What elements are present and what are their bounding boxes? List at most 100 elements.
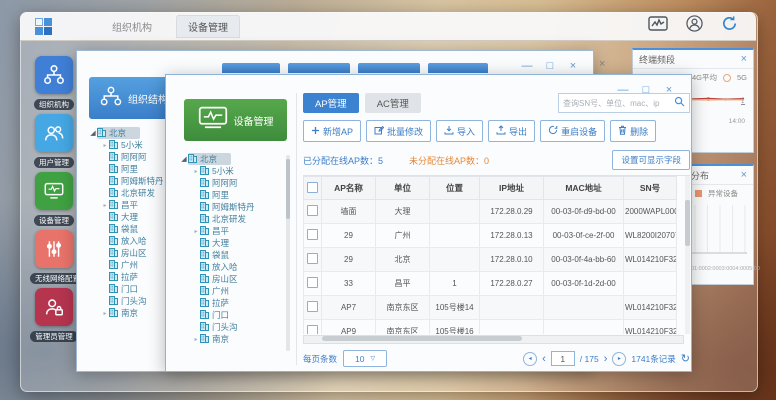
column-header[interactable]: 位置 — [430, 177, 480, 200]
close-icon[interactable]: × — [741, 53, 747, 65]
configure-fields-button[interactable]: 设置可显示字段 — [612, 150, 690, 170]
tree-root[interactable]: ◢北京 — [89, 127, 164, 139]
expander-icon[interactable]: ▸ — [101, 310, 109, 317]
tree-item[interactable]: 门口 — [101, 283, 164, 295]
column-header[interactable]: IP地址 — [480, 177, 544, 200]
table-row[interactable]: AP7南京东区105号楼14WL014210F328000 — [304, 296, 677, 320]
expander-icon[interactable]: ▸ — [192, 336, 200, 343]
tab-ap-management[interactable]: AP管理 — [303, 93, 359, 113]
tree-item[interactable]: 放入哈 — [192, 261, 255, 273]
tree-item[interactable]: 阿里 — [192, 189, 255, 201]
prev-page-button[interactable]: ‹ — [542, 354, 546, 364]
device-monitor-icon[interactable] — [35, 172, 73, 210]
tree-item[interactable]: 阿阿阿 — [101, 151, 164, 163]
tree-item[interactable]: 门头沟 — [101, 295, 164, 307]
sidebar-item-1[interactable]: 组织机构 — [30, 56, 78, 112]
tree-item[interactable]: 广州 — [101, 259, 164, 271]
last-page-button[interactable]: ▸ — [612, 352, 626, 366]
table-row[interactable]: 墙面大理172.28.0.2900-03-0f-d9-bd-002000WAPL… — [304, 200, 677, 224]
sidebar-item-4[interactable]: 无线网络配置 — [30, 230, 78, 286]
tree-item[interactable]: 放入哈 — [101, 235, 164, 247]
tree-item[interactable]: 房山区 — [192, 273, 255, 285]
tree-item[interactable]: 阿姆斯特丹 — [192, 201, 255, 213]
tab-device-management[interactable]: 设备管理 — [176, 15, 240, 38]
user-account-icon[interactable] — [686, 15, 703, 37]
tree-item[interactable]: ▸5小米 — [192, 165, 255, 177]
tree-root[interactable]: ◢北京 — [180, 153, 255, 165]
search-input[interactable]: 查询SN号、单位、mac、ip — [558, 93, 690, 113]
tab-ac-management[interactable]: AC管理 — [365, 93, 421, 113]
refresh-icon[interactable]: ↻ — [681, 352, 690, 365]
ap-name-link[interactable]: AP9 — [322, 320, 376, 335]
table-vertical-scrollbar[interactable] — [685, 176, 690, 334]
minimize-icon[interactable]: — — [521, 61, 533, 72]
tree-item[interactable]: ▸昌平 — [101, 199, 164, 211]
column-header[interactable]: SN号 — [624, 177, 677, 200]
toolbar-button[interactable]: 新增AP — [303, 120, 361, 142]
tree-item[interactable]: ▸昌平 — [192, 225, 255, 237]
tree-item[interactable]: 北京研发 — [101, 187, 164, 199]
tree-item[interactable]: 广州 — [192, 285, 255, 297]
download-icon[interactable]: ↓ — [741, 96, 746, 105]
page-number-input[interactable]: 1 — [551, 351, 575, 366]
tree-item[interactable]: 拉萨 — [192, 297, 255, 309]
expander-icon[interactable]: ▸ — [192, 228, 200, 235]
expander-icon[interactable]: ▸ — [101, 202, 109, 209]
users-icon[interactable] — [35, 114, 73, 152]
tree-item[interactable]: 大理 — [192, 237, 255, 249]
sidebar-item-5[interactable]: 管理员管理 — [30, 288, 78, 344]
sliders-icon[interactable] — [35, 230, 73, 268]
expander-icon[interactable]: ▸ — [192, 168, 200, 175]
delete-button[interactable]: 删除 — [610, 120, 656, 142]
row-checkbox[interactable] — [304, 272, 322, 296]
maximize-icon[interactable]: □ — [544, 61, 556, 72]
next-page-button[interactable]: › — [604, 354, 608, 364]
row-checkbox[interactable] — [304, 200, 322, 224]
tab-organization[interactable]: 组织机构 — [100, 15, 164, 38]
close-icon[interactable]: × — [741, 169, 747, 181]
table-row[interactable]: 29广州172.28.0.1300-03-0f-ce-2f-00WL8200I2… — [304, 224, 677, 248]
table-horizontal-scrollbar[interactable] — [303, 335, 684, 344]
tree-item[interactable]: ▸南京 — [101, 307, 164, 319]
sidebar-item-3[interactable]: 设备管理 — [30, 172, 78, 228]
app-logo-icon[interactable] — [35, 18, 52, 35]
toolbar-button[interactable]: 重启设备 — [540, 120, 605, 142]
ap-name-link[interactable]: 墙面 — [322, 200, 376, 224]
monitor-chart-icon[interactable] — [648, 16, 668, 36]
tree-item[interactable]: 阿里 — [101, 163, 164, 175]
column-header[interactable]: 单位 — [376, 177, 430, 200]
row-checkbox[interactable] — [304, 248, 322, 272]
table-row[interactable]: 29北京172.28.0.1000-03-0f-4a-bb-60WL014210… — [304, 248, 677, 272]
per-page-select[interactable]: 10▽ — [343, 350, 387, 367]
select-all-checkbox[interactable] — [304, 177, 322, 200]
refresh-icon[interactable] — [721, 15, 738, 37]
tree-item[interactable]: 阿阿阿 — [192, 177, 255, 189]
ap-name-link[interactable]: 33 — [322, 272, 376, 296]
org-chart-icon[interactable] — [35, 56, 73, 94]
tree-item[interactable]: 北京研发 — [192, 213, 255, 225]
tree-item[interactable]: ▸南京 — [192, 333, 255, 345]
close-icon[interactable]: × — [567, 61, 579, 72]
table-row[interactable]: 33昌平1172.28.0.2700-03-0f-1d-2d-00 — [304, 272, 677, 296]
tree-item[interactable]: 袋鼠 — [192, 249, 255, 261]
expander-icon[interactable]: ▸ — [101, 142, 109, 149]
magnifier-icon[interactable] — [674, 94, 685, 112]
toolbar-button[interactable]: 批量修改 — [366, 120, 431, 142]
admin-lock-icon[interactable] — [35, 288, 73, 326]
tree-item[interactable]: 门口 — [192, 309, 255, 321]
row-checkbox[interactable] — [304, 320, 322, 335]
toolbar-button[interactable]: 导入 — [436, 120, 483, 142]
tree-item[interactable]: 袋鼠 — [101, 223, 164, 235]
tree-item[interactable]: 阿姆斯特丹 — [101, 175, 164, 187]
close-icon[interactable]: × — [599, 58, 605, 70]
table-row[interactable]: AP9南京东区105号楼16WL014210F328000 — [304, 320, 677, 335]
tree-scrollbar[interactable] — [286, 155, 290, 351]
tree-item[interactable]: 大理 — [101, 211, 164, 223]
tree-item[interactable]: 门头沟 — [192, 321, 255, 333]
tree-item[interactable]: 拉萨 — [101, 271, 164, 283]
ap-name-link[interactable]: AP7 — [322, 296, 376, 320]
row-checkbox[interactable] — [304, 296, 322, 320]
first-page-button[interactable]: ◂ — [523, 352, 537, 366]
column-header[interactable]: MAC地址 — [544, 177, 624, 200]
sidebar-item-2[interactable]: 用户管理 — [30, 114, 78, 170]
